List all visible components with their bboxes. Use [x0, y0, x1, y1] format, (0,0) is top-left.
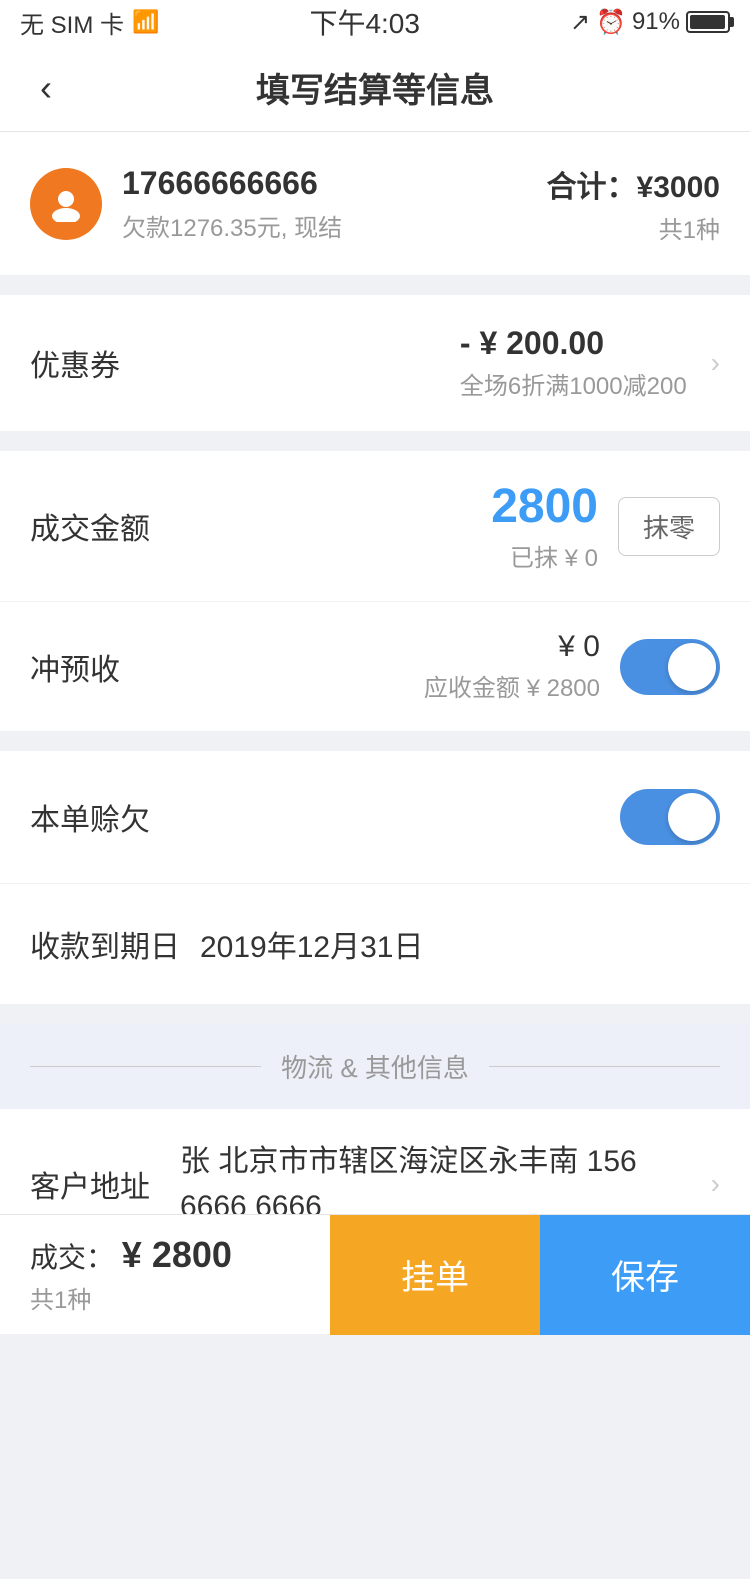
logistics-header: 物流 & 其他信息	[0, 1024, 750, 1109]
customer-card: 17666666666 欠款1276.35元, 现结 合计：¥3000 共1种	[0, 132, 750, 275]
sim-label: 无 SIM 卡	[20, 5, 124, 40]
bottom-count: 共1种	[30, 1280, 300, 1315]
customer-info: 17666666666 欠款1276.35元, 现结	[122, 165, 342, 243]
header-line-right	[489, 1066, 720, 1067]
total-amount: 合计：¥3000	[547, 162, 720, 206]
due-date-value: 2019年12月31日	[200, 922, 423, 966]
back-button[interactable]: ‹	[30, 57, 62, 119]
bottom-deal-label: 成交：	[30, 1242, 114, 1273]
prepay-row: 冲预收 ¥ 0 应收金额 ¥ 2800	[0, 601, 750, 731]
coupon-row[interactable]: 优惠券 - ¥ 200.00 全场6折满1000减200 ›	[30, 295, 720, 431]
bottom-summary: 成交： ¥ 2800 共1种	[0, 1234, 330, 1315]
coupon-label: 优惠券	[30, 341, 120, 385]
prepay-sub: 应收金额 ¥ 2800	[424, 668, 600, 703]
prepay-amount: ¥ 0	[424, 630, 600, 664]
deal-amount-wrap: 2800 已抹 ¥ 0	[491, 479, 598, 573]
page-title: 填写结算等信息	[256, 63, 494, 112]
toggle-knob	[668, 643, 716, 691]
status-right: ↗ ⏰ 91%	[570, 8, 730, 37]
logistics-label: 物流 & 其他信息	[281, 1048, 469, 1085]
deal-amount-sub: 已抹 ¥ 0	[491, 538, 598, 573]
location-icon: ↗	[570, 8, 590, 37]
customer-total: 合计：¥3000 共1种	[547, 162, 720, 245]
prepay-label: 冲预收	[30, 645, 120, 689]
prepay-right: ¥ 0 应收金额 ¥ 2800	[424, 630, 720, 703]
customer-sub: 欠款1276.35元, 现结	[122, 208, 342, 243]
gap-3	[0, 1004, 750, 1024]
battery-percent: 91%	[632, 8, 680, 36]
coupon-amount-wrap: - ¥ 200.00 全场6折满1000减200	[460, 325, 687, 401]
chevron-right-icon: ›	[711, 347, 720, 379]
coupon-amount: - ¥ 200.00	[460, 325, 687, 362]
content: 17666666666 欠款1276.35元, 现结 合计：¥3000 共1种 …	[0, 132, 750, 1579]
customer-phone: 17666666666	[122, 165, 342, 202]
wifi-icon: 📶	[132, 9, 159, 35]
status-bar: 无 SIM 卡 📶 下午4:03 ↗ ⏰ 91%	[0, 0, 750, 44]
save-button[interactable]: 保存	[540, 1215, 750, 1335]
due-date-label: 收款到期日	[30, 922, 180, 966]
deal-amount-right: 2800 已抹 ¥ 0 抹零	[491, 479, 720, 573]
total-count: 共1种	[547, 210, 720, 245]
debt-toggle-knob	[668, 793, 716, 841]
coupon-section: 优惠券 - ¥ 200.00 全场6折满1000减200 ›	[0, 295, 750, 431]
deal-amount-label: 成交金额	[30, 504, 150, 548]
debt-row: 本单赊欠	[0, 751, 750, 883]
prepay-toggle[interactable]	[620, 639, 720, 695]
debt-label: 本单赊欠	[30, 795, 150, 839]
debt-toggle[interactable]	[620, 789, 720, 845]
coupon-detail: 全场6折满1000减200	[460, 366, 687, 401]
coupon-right: - ¥ 200.00 全场6折满1000减200 ›	[460, 325, 720, 401]
customer-left: 17666666666 欠款1276.35元, 现结	[30, 165, 342, 243]
bottom-deal-line: 成交： ¥ 2800	[30, 1234, 300, 1276]
hang-button[interactable]: 挂单	[330, 1215, 540, 1335]
avatar	[30, 168, 102, 240]
alarm-icon: ⏰	[596, 8, 626, 37]
round-zero-button[interactable]: 抹零	[618, 497, 720, 556]
header-line-left	[30, 1066, 261, 1067]
bottom-bar: 成交： ¥ 2800 共1种 挂单 保存	[0, 1214, 750, 1334]
gap-1	[0, 431, 750, 451]
nav-bar: ‹ 填写结算等信息	[0, 44, 750, 132]
prepay-amount-wrap: ¥ 0 应收金额 ¥ 2800	[424, 630, 600, 703]
due-date-row: 收款到期日 2019年12月31日	[0, 883, 750, 1004]
deal-amount-row: 成交金额 2800 已抹 ¥ 0 抹零	[0, 451, 750, 601]
battery-icon	[686, 11, 730, 33]
bottom-deal-amount: ¥ 2800	[122, 1234, 232, 1275]
address-chevron-icon: ›	[711, 1168, 720, 1200]
status-left: 无 SIM 卡 📶	[20, 5, 159, 40]
address-label: 客户地址	[30, 1162, 150, 1206]
deal-amount-value: 2800	[491, 479, 598, 534]
gap-2	[0, 731, 750, 751]
status-time: 下午4:03	[309, 2, 420, 42]
